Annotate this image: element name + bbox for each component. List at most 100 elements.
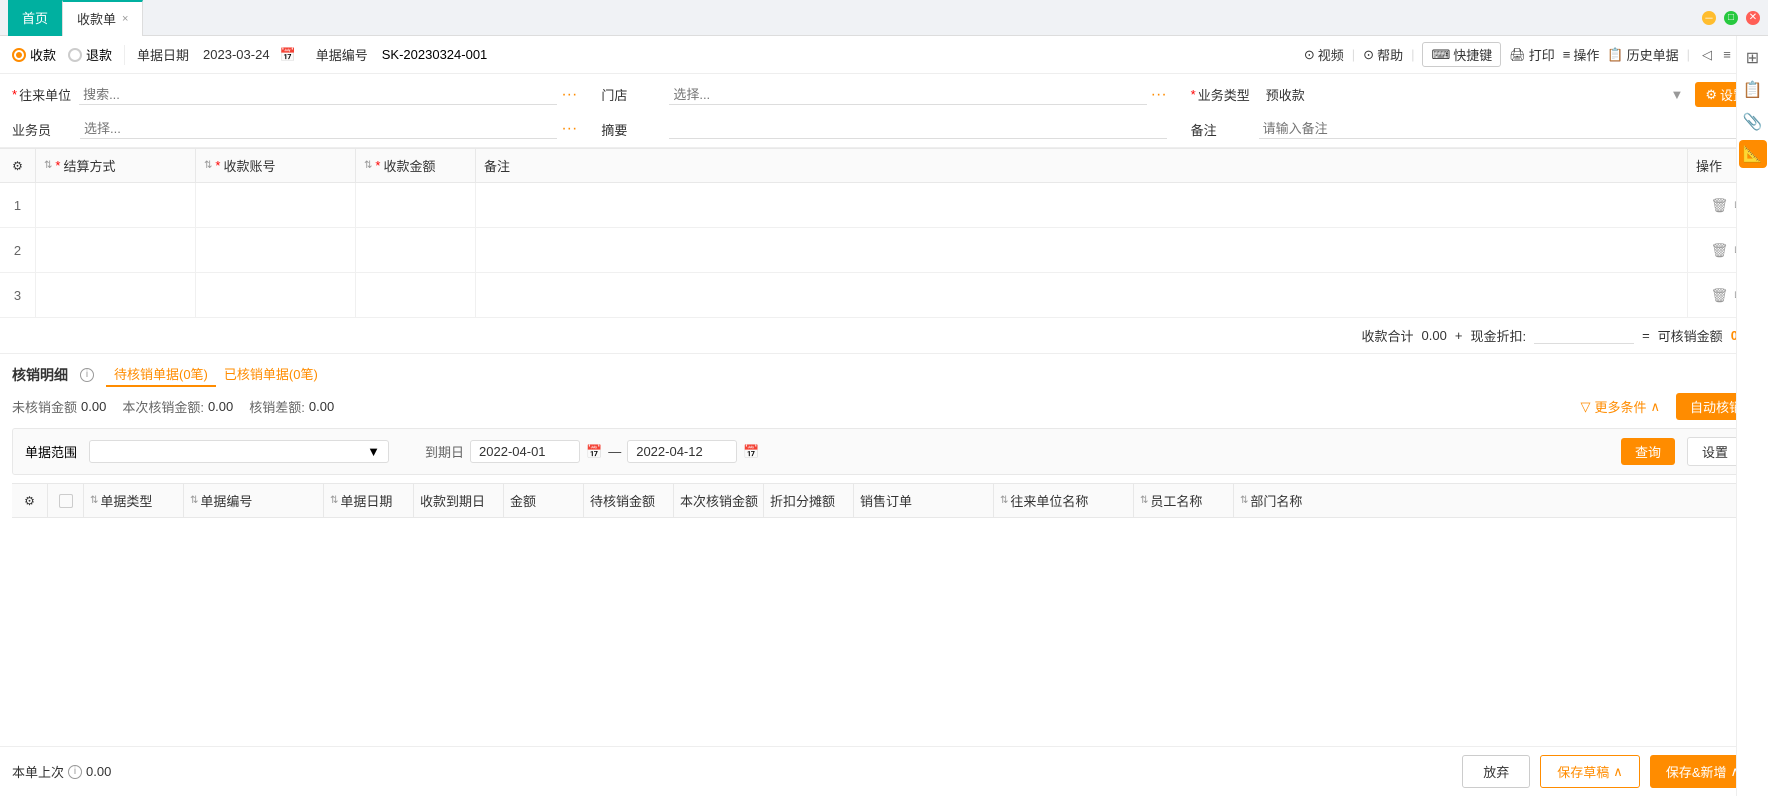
store-label: 门店 — [601, 85, 661, 104]
tab-close-icon[interactable]: × — [122, 13, 128, 25]
grid-settings-icon[interactable]: ⚙ — [0, 149, 36, 182]
bottom-grid-doc-date-header: ⇅ 单据日期 — [324, 484, 414, 517]
this-verify-col-label: 本次核销金额 — [680, 491, 758, 510]
history-link[interactable]: 📋 历史单据 — [1607, 45, 1678, 64]
date-filter-row: 单据范围 ▼ 到期日 📅 — 📅 查询 设置 — [12, 428, 1756, 475]
right-sidebar: ⊞ 📋 📎 📐 — [1736, 36, 1768, 796]
note-header: 备注 — [476, 149, 1688, 182]
row-2-account[interactable] — [196, 228, 356, 272]
amount-header: ⇅ * 收款金额 — [356, 149, 476, 182]
calendar-end-icon[interactable]: 📅 — [743, 444, 759, 460]
row-2-delete-icon[interactable]: 🗑 — [1711, 242, 1729, 259]
bottom-grid-header: ⚙ ⇅ 单据类型 ⇅ 单据编号 ⇅ 单据日期 收款到期日 金额 — [12, 483, 1756, 518]
store-dots-icon[interactable]: ··· — [1151, 87, 1167, 103]
save-new-label: 保存&新增 — [1666, 762, 1727, 781]
summary-input[interactable] — [669, 119, 1166, 139]
employee-field: 业务员 ··· — [12, 119, 577, 139]
operation-icon: ≡ — [1563, 47, 1571, 62]
discount-col-label: 折扣分摊额 — [770, 491, 835, 510]
date-label: 单据日期 — [137, 45, 189, 64]
note-label: 备注 — [1191, 120, 1251, 139]
last-doc-info-icon[interactable]: i — [68, 765, 82, 779]
row-1-account[interactable] — [196, 183, 356, 227]
verify-info-icon[interactable]: i — [80, 368, 94, 382]
partner-dots-icon[interactable]: ··· — [561, 87, 577, 103]
summary-field: 摘要 — [601, 119, 1166, 139]
biz-type-chevron[interactable]: ▼ — [1670, 87, 1683, 102]
more-conditions-button[interactable]: ▽ 更多条件 ∧ — [1580, 397, 1660, 416]
help-link[interactable]: ⊙ 帮助 — [1363, 45, 1403, 64]
sidebar-icon-layout[interactable]: 📐 — [1739, 140, 1767, 168]
tab-home-label: 首页 — [22, 8, 48, 27]
account-label: 收款账号 — [223, 156, 275, 175]
print-link[interactable]: 🖨 打印 — [1509, 45, 1555, 64]
sidebar-icon-doc[interactable]: 📋 — [1739, 76, 1767, 104]
bottom-grid-doc-type-header: ⇅ 单据类型 — [84, 484, 184, 517]
row-3-amount[interactable] — [356, 273, 476, 317]
row-3-delete-icon[interactable]: 🗑 — [1711, 287, 1729, 304]
window-close-button[interactable]: ✕ — [1746, 11, 1760, 25]
calendar-start-icon[interactable]: 📅 — [586, 444, 602, 460]
date-range-select[interactable]: ▼ — [89, 440, 389, 463]
verify-settings-button[interactable]: 设置 — [1687, 437, 1743, 466]
layout-icon-2[interactable]: ≡ — [1718, 46, 1736, 64]
row-2-settlement[interactable] — [36, 228, 196, 272]
row-1-note[interactable] — [476, 183, 1688, 227]
discount-input[interactable] — [1534, 328, 1634, 344]
sort-icon-amount: ⇅ — [364, 160, 372, 171]
employee-dots-icon[interactable]: ··· — [561, 121, 577, 137]
last-doc-value: 0.00 — [86, 764, 111, 779]
tab-receipt-label: 收款单 — [77, 9, 116, 28]
checkbox-all[interactable] — [59, 494, 73, 508]
done-tab[interactable]: 已核销单据(0笔) — [216, 362, 326, 387]
bottom-grid-checkbox-all[interactable] — [48, 484, 84, 517]
row-1-settlement[interactable] — [36, 183, 196, 227]
employee-input[interactable] — [80, 119, 557, 139]
settlement-header: ⇅ * 结算方式 — [36, 149, 196, 182]
doc-number-value: SK-20230324-001 — [382, 47, 488, 62]
due-date-start-input[interactable] — [470, 440, 580, 463]
row-1-amount[interactable] — [356, 183, 476, 227]
row-2-amount[interactable] — [356, 228, 476, 272]
receipt-radio[interactable]: 收款 — [12, 45, 56, 64]
sidebar-icon-table[interactable]: ⊞ — [1739, 44, 1767, 72]
query-button[interactable]: 查询 — [1621, 438, 1675, 465]
tab-receipt[interactable]: 收款单 × — [62, 0, 143, 36]
save-draft-button[interactable]: 保存草稿 ∧ — [1540, 755, 1640, 788]
note-input[interactable] — [1259, 119, 1756, 139]
doc-number-label: 单据编号 — [316, 45, 368, 64]
tab-home[interactable]: 首页 — [8, 0, 62, 36]
row-3-account[interactable] — [196, 273, 356, 317]
window-maximize-button[interactable]: □ — [1724, 11, 1738, 25]
shortcut-button[interactable]: ⌨ 快捷键 — [1422, 42, 1501, 67]
bottom-grid-settings-icon[interactable]: ⚙ — [12, 484, 48, 517]
due-date-end-input[interactable] — [627, 440, 737, 463]
row-1-delete-icon[interactable]: 🗑 — [1711, 197, 1729, 214]
window-minimize-button[interactable]: － — [1702, 11, 1716, 25]
bottom-actions: 放弃 保存草稿 ∧ 保存&新增 ∧ — [1462, 755, 1756, 788]
amount-label: 收款金额 — [383, 156, 435, 175]
biz-type-field: * 业务类型 预收款 ▼ ⚙ 设置 — [1191, 82, 1756, 107]
video-link[interactable]: ⊙ 视频 — [1304, 45, 1344, 64]
sales-order-label: 销售订单 — [860, 491, 912, 510]
partner-input[interactable] — [79, 85, 557, 105]
pending-tab[interactable]: 待核销单据(0笔) — [106, 362, 216, 387]
operation-link[interactable]: ≡ 操作 — [1563, 45, 1600, 64]
toolbar: 收款 退款 单据日期 2023-03-24 📅 单据编号 SK-20230324… — [0, 36, 1768, 74]
due-date-label: 到期日 — [425, 442, 464, 461]
layout-icon-1[interactable]: ◁ — [1698, 46, 1716, 64]
bottom-grid-amount-header: 金额 — [504, 484, 584, 517]
receipt-refund-toggle: 收款 退款 — [12, 45, 112, 64]
row-3-settlement[interactable] — [36, 273, 196, 317]
store-input[interactable] — [669, 85, 1146, 105]
calendar-icon[interactable]: 📅 — [280, 47, 296, 63]
row-2-note[interactable] — [476, 228, 1688, 272]
more-conditions-chevron: ∧ — [1650, 399, 1660, 415]
abandon-button[interactable]: 放弃 — [1462, 755, 1530, 788]
settlement-req-star: * — [55, 158, 60, 173]
toolbar-right: ⊙ 视频 | ⊙ 帮助 | ⌨ 快捷键 🖨 打印 ≡ 操作 📋 — [1304, 42, 1756, 67]
row-3-note[interactable] — [476, 273, 1688, 317]
sidebar-icon-attach[interactable]: 📎 — [1739, 108, 1767, 136]
refund-radio[interactable]: 退款 — [68, 45, 112, 64]
employee-label: 业务员 — [12, 120, 72, 139]
